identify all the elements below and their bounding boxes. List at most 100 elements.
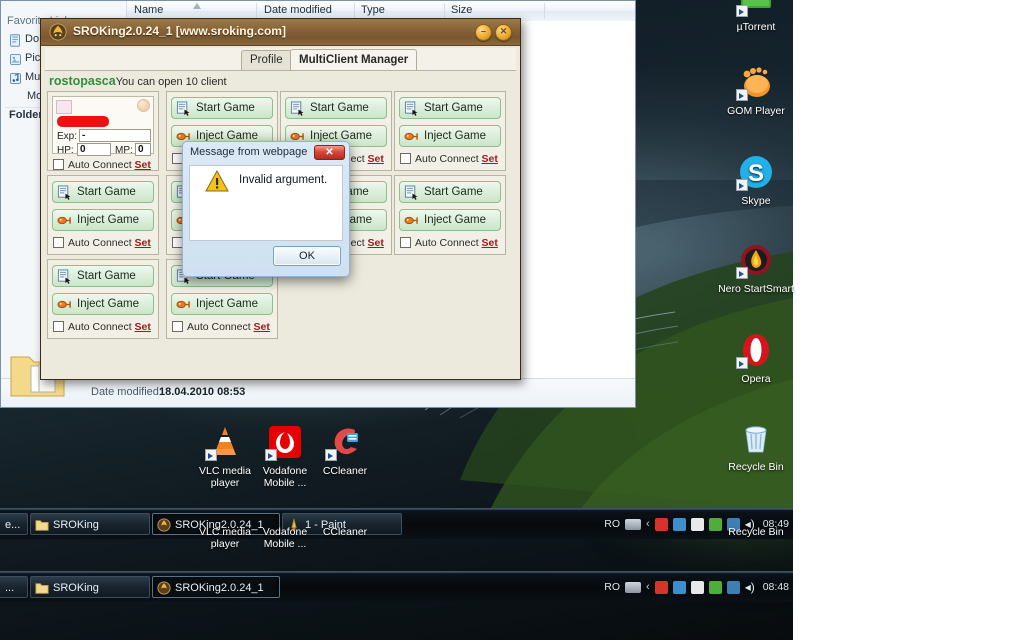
language-indicator[interactable]: RO xyxy=(604,518,620,530)
explorer-status-bar: Date modified: 18.04.2010 08:53 xyxy=(1,378,635,407)
tab-strip[interactable]: Profile MultiClient Manager xyxy=(45,48,516,71)
close-icon: ✕ xyxy=(325,147,334,158)
column-divider[interactable] xyxy=(544,3,545,19)
character-avatar-icon xyxy=(56,100,72,114)
hp-field[interactable]: 0 xyxy=(77,143,111,156)
tray-icon-green[interactable] xyxy=(708,580,722,594)
taskbar-button[interactable]: SROKing xyxy=(30,513,150,535)
auto-connect-checkbox[interactable] xyxy=(53,237,64,248)
inject-game-button[interactable]: Inject Game xyxy=(52,293,154,315)
set-link[interactable]: Set xyxy=(482,153,498,165)
desktop-icon-gom-player[interactable]: GOM Player xyxy=(717,62,795,117)
hp-label: HP: xyxy=(57,145,74,156)
set-link[interactable]: Set xyxy=(254,321,270,333)
ok-label: OK xyxy=(299,250,315,262)
desktop-icon-nero-startsmart[interactable]: Nero StartSmart xyxy=(717,240,795,295)
inject-game-button[interactable]: Inject Game xyxy=(52,209,154,231)
shortcut-arrow-icon xyxy=(736,179,748,191)
character-panel[interactable]: Exp: - HP: 0 MP: 0 Auto Connect Set xyxy=(47,91,159,171)
client-panel[interactable]: Start Game Inject Game Auto Connect Set xyxy=(47,175,159,255)
desktop-icon-ccleaner[interactable]: CCleaner xyxy=(306,422,384,477)
tray-icon-red[interactable] xyxy=(654,517,668,531)
start-game-label: Start Game xyxy=(424,186,483,198)
tray-icon-network[interactable] xyxy=(726,580,740,594)
column-divider[interactable] xyxy=(256,3,257,19)
set-link[interactable]: Set xyxy=(135,321,151,333)
set-link[interactable]: Set xyxy=(135,237,151,249)
language-indicator[interactable]: RO xyxy=(604,581,620,593)
column-divider[interactable] xyxy=(444,3,445,19)
minimize-icon: – xyxy=(480,26,486,36)
tray-icon-blue[interactable] xyxy=(672,580,686,594)
tray-icon-red[interactable] xyxy=(654,580,668,594)
set-link[interactable]: Set xyxy=(482,237,498,249)
column-header-date-modified[interactable]: Date modified xyxy=(264,4,332,16)
desktop-icon-utorrent[interactable]: µTorrent xyxy=(717,0,795,33)
recycle-bin-icon xyxy=(736,418,776,458)
mp-field[interactable]: 0 xyxy=(135,143,151,156)
taskbar-button[interactable]: SROKing xyxy=(30,576,150,598)
keyboard-icon[interactable] xyxy=(625,581,642,593)
volume-icon[interactable]: ◂) xyxy=(745,580,755,594)
desktop-icon-recycle-bin[interactable]: Recycle Bin xyxy=(717,418,795,473)
app-title-text: SROKing2.0.24_1 [www.sroking.com] xyxy=(73,24,286,38)
inject-game-icon xyxy=(57,297,72,312)
message-dialog[interactable]: Message from webpage ✕ Invalid argument.… xyxy=(182,141,350,277)
shortcut-arrow-icon xyxy=(736,5,748,17)
exp-field[interactable]: - xyxy=(79,129,151,142)
start-game-button[interactable]: Start Game xyxy=(399,97,501,119)
start-game-button[interactable]: Start Game xyxy=(285,97,387,119)
start-game-button[interactable]: Start Game xyxy=(52,181,154,203)
skype-icon: S xyxy=(736,152,776,192)
set-link[interactable]: Set xyxy=(368,153,384,165)
inject-game-button[interactable]: Inject Game xyxy=(399,209,501,231)
desktop-icon-skype[interactable]: S Skype xyxy=(717,152,795,207)
auto-connect-checkbox[interactable] xyxy=(400,153,411,164)
show-hidden-icons-chevron-icon[interactable]: ‹ xyxy=(646,581,650,593)
auto-connect-checkbox[interactable] xyxy=(172,321,183,332)
start-game-button[interactable]: Start Game xyxy=(399,181,501,203)
app-title-bar[interactable]: SROKing2.0.24_1 [www.sroking.com] – ✕ xyxy=(41,19,520,46)
column-header-type[interactable]: Type xyxy=(361,4,385,16)
tray-icon-white-red[interactable] xyxy=(690,580,704,594)
character-close-icon[interactable] xyxy=(137,99,150,112)
desktop-icon-label: Nero StartSmart xyxy=(718,283,794,295)
desktop-icon-opera[interactable]: Opera xyxy=(717,330,795,385)
start-game-button[interactable]: Start Game xyxy=(52,265,154,287)
taskbar-primary[interactable]: e... SROKing SROKing2.0.24_1 1 - Paint RO ‹ ◂)… xyxy=(0,508,793,539)
taskbar-button-label: SROKing2.0.24_1 xyxy=(175,582,264,594)
clock[interactable]: 08:48 xyxy=(763,581,789,593)
tab-multiclient-manager[interactable]: MultiClient Manager xyxy=(290,49,418,70)
auto-connect-checkbox[interactable] xyxy=(400,237,411,248)
inject-game-button[interactable]: Inject Game xyxy=(399,125,501,147)
taskbar-button[interactable]: ... xyxy=(0,576,28,598)
taskbar-button[interactable]: e... xyxy=(0,513,28,535)
auto-connect-checkbox[interactable] xyxy=(53,321,64,332)
auto-connect-checkbox[interactable] xyxy=(53,159,64,170)
inject-game-button[interactable]: Inject Game xyxy=(171,293,273,315)
client-panel[interactable]: Start Game Inject Game Auto Connect Set xyxy=(394,175,506,255)
tray-icon-white-red[interactable] xyxy=(690,517,704,531)
column-header-name[interactable]: Name xyxy=(134,4,163,16)
column-divider[interactable] xyxy=(354,3,355,19)
column-header-size[interactable]: Size xyxy=(451,4,472,16)
minimize-button[interactable]: – xyxy=(475,24,492,41)
close-button[interactable]: ✕ xyxy=(495,24,512,41)
start-game-button[interactable]: Start Game xyxy=(171,97,273,119)
inject-game-label: Inject Game xyxy=(196,298,258,310)
set-link[interactable]: Set xyxy=(135,159,151,171)
tray-icon-blue[interactable] xyxy=(672,517,686,531)
show-hidden-icons-chevron-icon[interactable]: ‹ xyxy=(646,518,650,530)
utorrent-icon xyxy=(736,0,776,18)
keyboard-icon[interactable] xyxy=(625,518,642,530)
dialog-close-button[interactable]: ✕ xyxy=(314,145,345,160)
client-panel[interactable]: Start Game Inject Game Auto Connect Set xyxy=(394,91,506,171)
client-panel[interactable]: Start Game Inject Game Auto Connect Set xyxy=(47,259,159,339)
dialog-ok-button[interactable]: OK xyxy=(273,246,341,266)
system-tray[interactable]: RO ‹ ◂) 08:48 xyxy=(604,572,789,602)
tab-profile[interactable]: Profile xyxy=(241,50,292,70)
taskbar-secondary[interactable]: ... SROKing SROKing2.0.24_1 RO ‹ ◂) 08:48 xyxy=(0,571,793,602)
taskbar-button[interactable]: SROKing2.0.24_1 xyxy=(152,576,280,598)
set-link[interactable]: Set xyxy=(368,237,384,249)
username: rostopasca xyxy=(49,74,116,88)
